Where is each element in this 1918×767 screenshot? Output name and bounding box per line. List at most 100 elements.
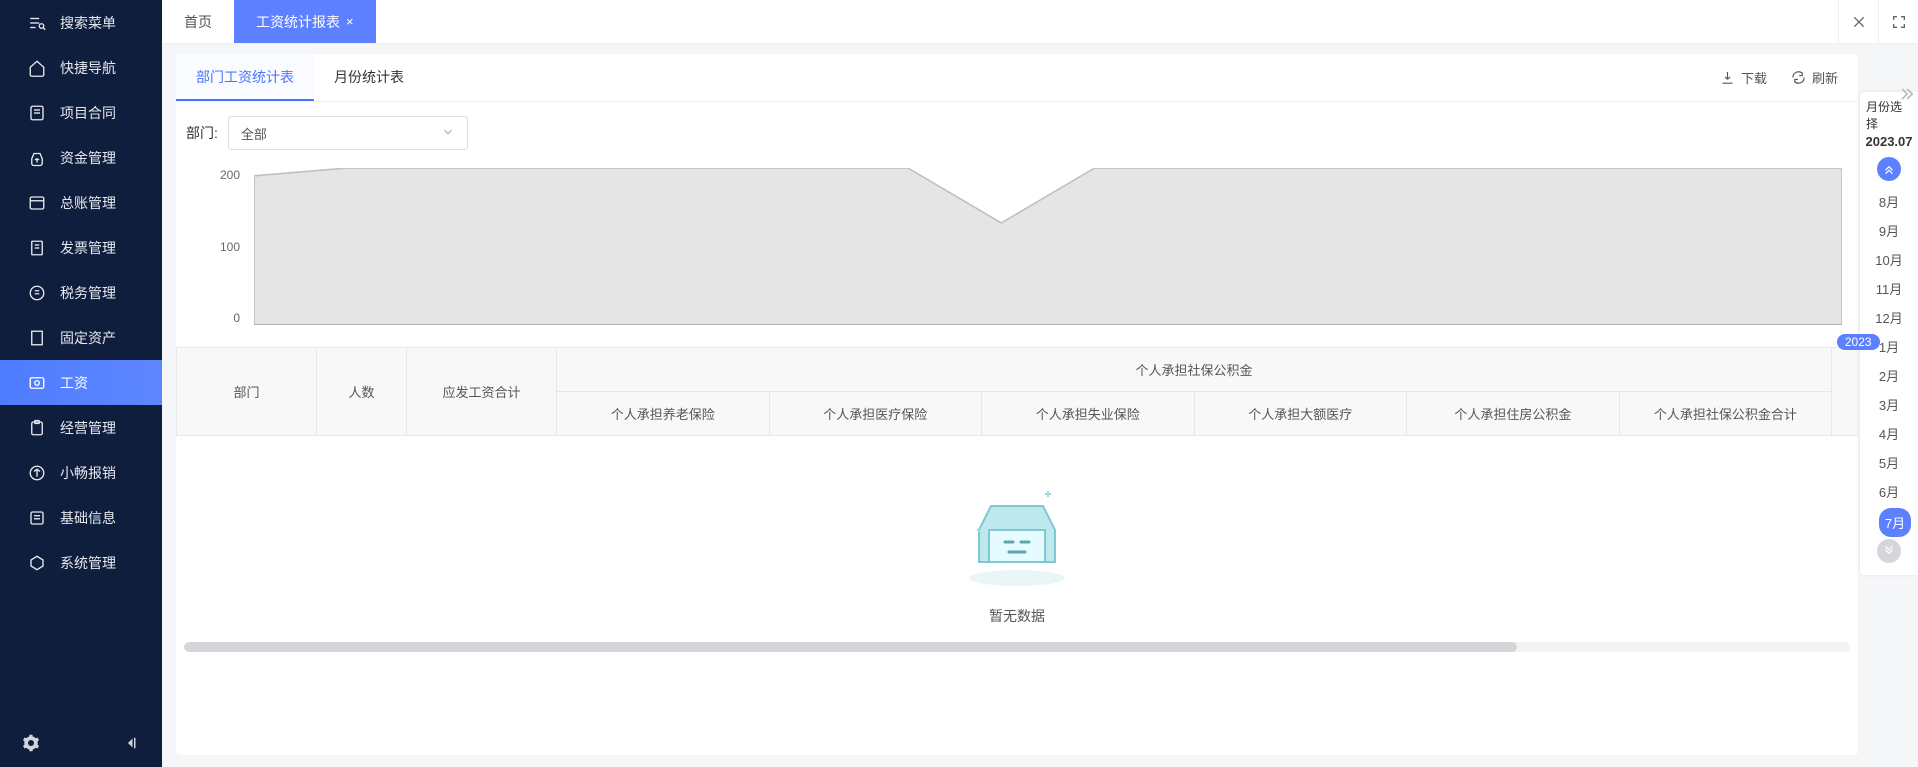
rail-month-item[interactable]: 3月 bbox=[1873, 390, 1905, 419]
sidebar-item-label: 快捷导航 bbox=[60, 58, 116, 78]
rail-month-item[interactable]: 1月2023 bbox=[1873, 332, 1905, 361]
sidebar-item-label: 发票管理 bbox=[60, 238, 116, 258]
tab-label: 首页 bbox=[184, 12, 212, 32]
sidebar-item-fund-mgmt[interactable]: 资金管理 bbox=[0, 135, 162, 180]
sidebar-item-label: 税务管理 bbox=[60, 283, 116, 303]
rail-month-item[interactable]: 12月 bbox=[1873, 303, 1905, 332]
salary-area-chart: 200 100 0 bbox=[188, 164, 1846, 339]
collapse-icon[interactable] bbox=[122, 734, 140, 755]
money-bag-icon bbox=[28, 149, 46, 167]
close-all-tabs-button[interactable] bbox=[1838, 0, 1878, 44]
rail-month-item[interactable]: 7月 bbox=[1879, 508, 1911, 537]
dept-filter-label: 部门: bbox=[186, 123, 218, 143]
th-dept: 部门 bbox=[177, 348, 317, 436]
refresh-label: 刷新 bbox=[1812, 68, 1838, 87]
rail-month-item[interactable]: 6月 bbox=[1873, 477, 1905, 506]
sidebar-item-label: 搜索菜单 bbox=[60, 13, 116, 33]
sidebar-item-invoice-mgmt[interactable]: 发票管理 bbox=[0, 225, 162, 270]
sidebar-item-label: 经营管理 bbox=[60, 418, 116, 438]
salary-table: 部门 人数 应发工资合计 个人承担社保公积金 公司承担 个人承担养老保险 个人承… bbox=[176, 347, 1858, 436]
sidebar-item-system-mgmt[interactable]: 系统管理 bbox=[0, 540, 162, 585]
sidebar-item-label: 基础信息 bbox=[60, 508, 116, 528]
sidebar-item-base-info[interactable]: 基础信息 bbox=[0, 495, 162, 540]
empty-state: 暂无数据 bbox=[176, 436, 1858, 638]
sidebar-item-label: 系统管理 bbox=[60, 553, 116, 573]
sidebar-item-fixed-asset[interactable]: 固定资产 bbox=[0, 315, 162, 360]
building-icon bbox=[28, 329, 46, 347]
th-bigmed: 个人承担大额医疗 bbox=[1194, 392, 1407, 436]
sidebar-item-quick-nav[interactable]: 快捷导航 bbox=[0, 45, 162, 90]
rail-scroll-up[interactable] bbox=[1877, 157, 1901, 181]
ytick: 0 bbox=[233, 311, 240, 325]
dept-select[interactable]: 全部 bbox=[228, 116, 468, 150]
scrollbar-thumb[interactable] bbox=[184, 642, 1517, 652]
th-pension: 个人承担养老保险 bbox=[557, 392, 770, 436]
rail-month-item[interactable]: 11月 bbox=[1873, 274, 1905, 303]
rail-year-badge: 2023 bbox=[1837, 334, 1880, 350]
dept-select-value: 全部 bbox=[241, 124, 267, 143]
rail-month-item[interactable]: 2月 bbox=[1873, 361, 1905, 390]
th-count: 人数 bbox=[317, 348, 407, 436]
month-rail: 月份选择 2023.07 8月9月10月11月12月1月20232月3月4月5月… bbox=[1860, 92, 1918, 575]
th-personal-group: 个人承担社保公积金 bbox=[557, 348, 1832, 392]
sidebar-item-operation-mgmt[interactable]: 经营管理 bbox=[0, 405, 162, 450]
subtab-label: 月份统计表 bbox=[334, 67, 404, 87]
rail-collapse-icon[interactable] bbox=[1898, 82, 1918, 106]
rail-month-item[interactable]: 4月 bbox=[1873, 419, 1905, 448]
rail-scroll-down[interactable] bbox=[1877, 539, 1901, 563]
ytick: 100 bbox=[220, 240, 240, 254]
chart-y-axis: 200 100 0 bbox=[188, 164, 250, 339]
sidebar-item-search-menu[interactable]: 搜索菜单 bbox=[0, 0, 162, 45]
salary-icon bbox=[28, 374, 46, 392]
sidebar-item-salary[interactable]: 工资 bbox=[0, 360, 162, 405]
filter-row: 部门: 全部 bbox=[176, 102, 1858, 164]
th-unemploy: 个人承担失业保险 bbox=[982, 392, 1195, 436]
th-medical: 个人承担医疗保险 bbox=[769, 392, 982, 436]
contract-icon bbox=[28, 104, 46, 122]
content-card: 部门工资统计表 月份统计表 下载 刷新 部门: 全部 200 10 bbox=[176, 54, 1858, 755]
home-icon bbox=[28, 59, 46, 77]
tab-salary-report[interactable]: 工资统计报表 × bbox=[234, 0, 376, 43]
rail-month-item[interactable]: 5月 bbox=[1873, 448, 1905, 477]
chart-plot-area bbox=[254, 168, 1842, 325]
sidebar-item-label: 项目合同 bbox=[60, 103, 116, 123]
fullscreen-button[interactable] bbox=[1878, 0, 1918, 44]
ytick: 200 bbox=[220, 168, 240, 182]
empty-box-icon bbox=[947, 470, 1087, 590]
system-icon bbox=[28, 554, 46, 572]
refresh-button[interactable]: 刷新 bbox=[1791, 68, 1838, 87]
sidebar-item-xcbx[interactable]: 小畅报销 bbox=[0, 450, 162, 495]
refresh-icon bbox=[1791, 70, 1806, 85]
subtab-label: 部门工资统计表 bbox=[196, 67, 294, 87]
menu-search-icon bbox=[28, 14, 46, 32]
rail-selected-date: 2023.07 bbox=[1866, 134, 1913, 157]
sidebar-item-label: 资金管理 bbox=[60, 148, 116, 168]
invoice-icon bbox=[28, 239, 46, 257]
sidebar-item-label: 固定资产 bbox=[60, 328, 116, 348]
sidebar-item-tax-mgmt[interactable]: 税务管理 bbox=[0, 270, 162, 315]
info-list-icon bbox=[28, 509, 46, 527]
tab-bar: 首页 工资统计报表 × bbox=[162, 0, 1918, 44]
subtab-month-stat[interactable]: 月份统计表 bbox=[314, 54, 424, 101]
rail-month-item[interactable]: 8月 bbox=[1873, 187, 1905, 216]
rail-month-item[interactable]: 9月 bbox=[1873, 216, 1905, 245]
horizontal-scrollbar[interactable] bbox=[184, 642, 1850, 652]
clipboard-icon bbox=[28, 419, 46, 437]
rail-month-item[interactable]: 10月 bbox=[1873, 245, 1905, 274]
subtab-dept-stat[interactable]: 部门工资统计表 bbox=[176, 54, 314, 101]
sidebar-item-label: 小畅报销 bbox=[60, 463, 116, 483]
th-personal-total: 个人承担社保公积金合计 bbox=[1619, 392, 1832, 436]
close-icon[interactable]: × bbox=[346, 14, 354, 29]
th-housing: 个人承担住房公积金 bbox=[1407, 392, 1620, 436]
download-button[interactable]: 下载 bbox=[1720, 68, 1767, 87]
settings-icon[interactable] bbox=[22, 734, 40, 755]
sub-tab-bar: 部门工资统计表 月份统计表 下载 刷新 bbox=[176, 54, 1858, 102]
sidebar-item-label: 工资 bbox=[60, 373, 88, 393]
th-gross: 应发工资合计 bbox=[407, 348, 557, 436]
sidebar-item-ledger-mgmt[interactable]: 总账管理 bbox=[0, 180, 162, 225]
sidebar-bottom-bar bbox=[0, 722, 162, 767]
sidebar-item-project-contract[interactable]: 项目合同 bbox=[0, 90, 162, 135]
download-label: 下载 bbox=[1741, 68, 1767, 87]
sidebar-item-label: 总账管理 bbox=[60, 193, 116, 213]
tab-home[interactable]: 首页 bbox=[162, 0, 234, 43]
